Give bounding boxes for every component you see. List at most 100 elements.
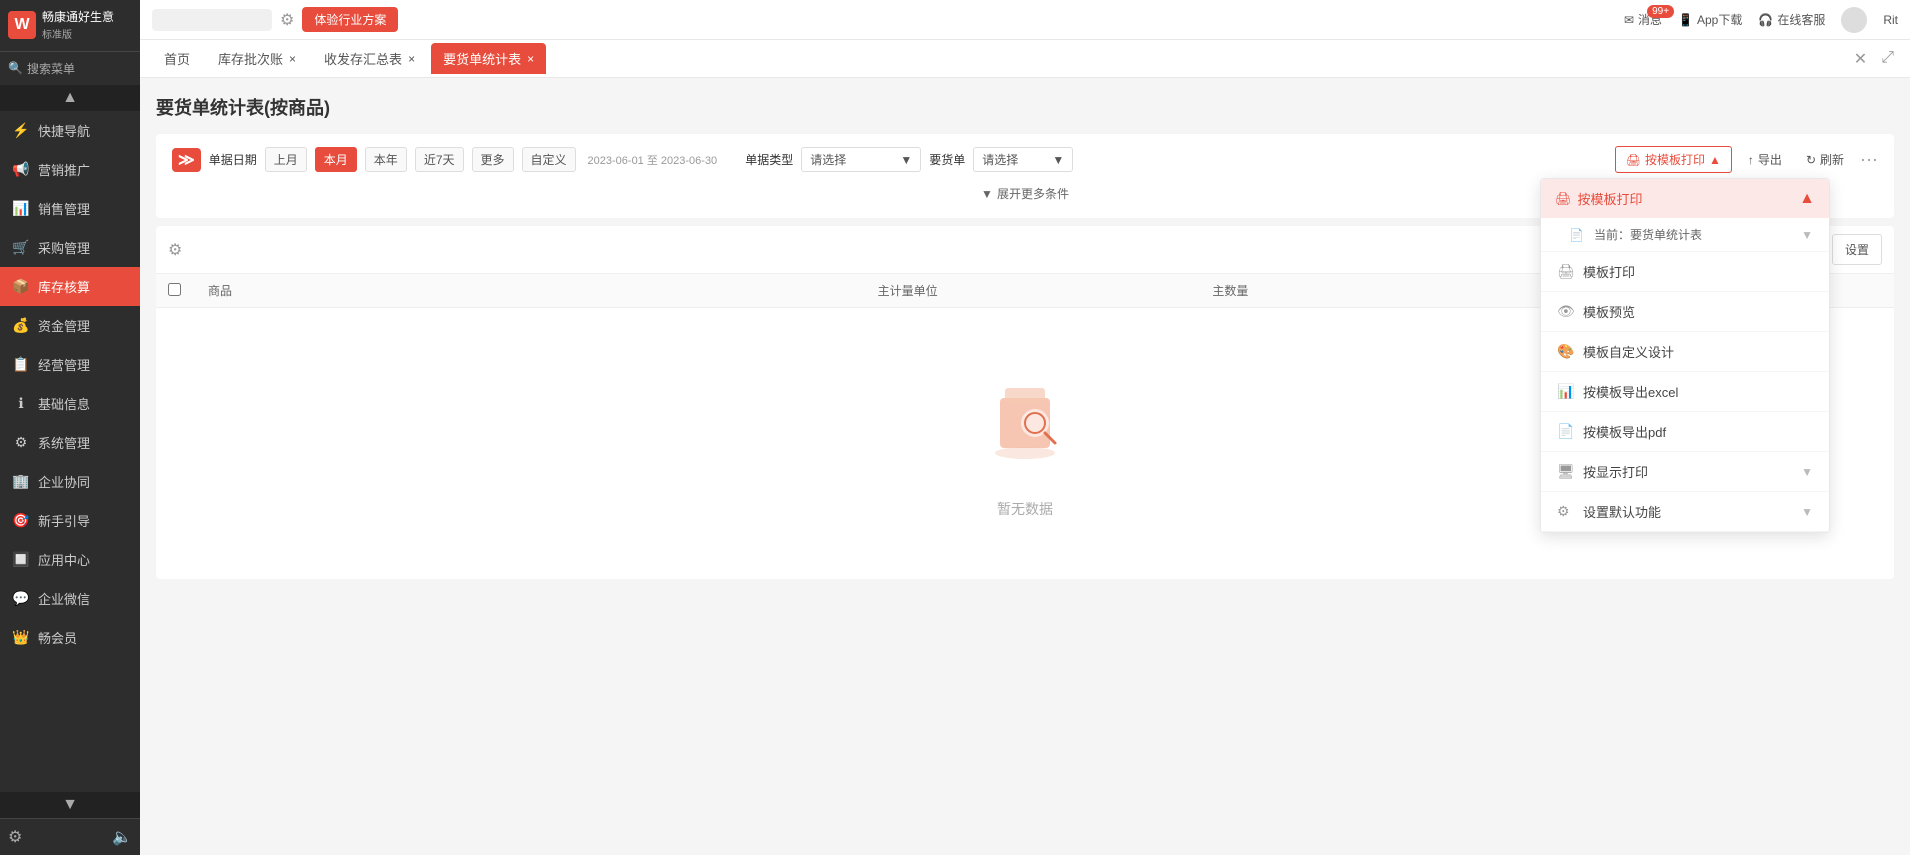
tab-close-all-icon[interactable]: ✕: [1850, 47, 1871, 71]
dropdown-current-template[interactable]: 📄 当前：要货单统计表 ▼: [1541, 218, 1829, 252]
sidebar-item-guide[interactable]: 🎯 新手引导: [0, 501, 140, 540]
wechat-icon: 💬: [12, 589, 30, 607]
sidebar-item-label: 基础信息: [38, 394, 90, 413]
trial-button[interactable]: 体验行业方案: [302, 7, 398, 32]
dropdown-template-print[interactable]: 🖨 模板打印: [1541, 252, 1829, 292]
dropdown-export-excel[interactable]: 📊 按模板导出excel: [1541, 372, 1829, 412]
tabbar: 首页 库存批次账 × 收发存汇总表 × 要货单统计表 × ✕ ⤢: [140, 40, 1910, 78]
app-version: 标准版: [42, 26, 114, 41]
system-icon: ⚙: [12, 433, 30, 451]
basic-info-icon: ℹ: [12, 394, 30, 412]
sidebar-item-finance[interactable]: 💰 资金管理: [0, 306, 140, 345]
template-preview-icon: 👁: [1557, 303, 1573, 320]
online-service-button[interactable]: 🎧 在线客服: [1758, 11, 1825, 28]
sidebar-item-wechat[interactable]: 💬 企业微信: [0, 579, 140, 618]
sidebar-item-marketing[interactable]: 📢 营销推广: [0, 150, 140, 189]
default-func-arrow: ▼: [1801, 505, 1813, 519]
tab-batch-account-label: 库存批次账: [218, 49, 283, 68]
date-btn-last-month[interactable]: 上月: [265, 147, 307, 172]
sidebar-item-quick-nav[interactable]: ⚡ 快捷导航: [0, 111, 140, 150]
username-label[interactable]: Rit: [1883, 13, 1898, 27]
tab-expand-icon[interactable]: ⤢: [1877, 47, 1898, 71]
tab-home[interactable]: 首页: [152, 43, 202, 74]
search-icon: 🔍: [8, 61, 23, 75]
topbar-search-input[interactable]: [152, 9, 272, 31]
filter-expand-button[interactable]: ≫: [172, 148, 201, 172]
filter-row-1: ≫ 单据日期 上月 本月 本年 近7天 更多 自定义 2023-06-01 至 …: [172, 146, 1878, 173]
tab-batch-account-close[interactable]: ×: [289, 52, 296, 66]
export-pdf-label: 按模板导出pdf: [1583, 422, 1666, 441]
footer-settings-icon[interactable]: ⚙: [8, 827, 22, 847]
sidebar-search[interactable]: 🔍 搜索菜单: [0, 52, 140, 85]
sidebar-nav: ⚡ 快捷导航 📢 营销推广 📊 销售管理 🛒 采购管理 📦 库存核算 💰 资金管…: [0, 111, 140, 792]
select-all-checkbox[interactable]: [168, 283, 181, 296]
sidebar-item-sales[interactable]: 📊 销售管理: [0, 189, 140, 228]
setting-button[interactable]: 设置: [1832, 234, 1882, 265]
tab-receipt-summary[interactable]: 收发存汇总表 ×: [312, 43, 427, 74]
date-btn-more[interactable]: 更多: [472, 147, 514, 172]
sales-icon: 📊: [12, 199, 30, 217]
yaohuodan-select[interactable]: 请选择 ▼: [973, 147, 1073, 172]
sidebar-item-basic-info[interactable]: ℹ 基础信息: [0, 384, 140, 423]
refresh-button[interactable]: ↻ 刷新: [1798, 147, 1852, 172]
export-button[interactable]: ↑ 导出: [1740, 147, 1790, 172]
export-label: 导出: [1758, 151, 1782, 168]
sidebar-item-label: 系统管理: [38, 433, 90, 452]
sidebar-item-enterprise[interactable]: 🏢 企业协同: [0, 462, 140, 501]
yaohuodan-label: 要货单: [929, 151, 965, 168]
date-btn-7days[interactable]: 近7天: [415, 147, 464, 172]
sidebar-item-system[interactable]: ⚙ 系统管理: [0, 423, 140, 462]
type-label: 单据类型: [745, 151, 793, 168]
type-select[interactable]: 请选择 ▼: [801, 147, 921, 172]
dropdown-close-icon[interactable]: ▲: [1799, 190, 1815, 208]
sidebar-item-member[interactable]: 👑 畅会员: [0, 618, 140, 657]
user-avatar[interactable]: [1841, 7, 1867, 33]
dropdown-display-print[interactable]: 🖥 按显示打印 ▼: [1541, 452, 1829, 492]
dropdown-default-func[interactable]: ⚙ 设置默认功能 ▼: [1541, 492, 1829, 532]
template-design-icon: 🎨: [1557, 343, 1573, 360]
sidebar-item-operation[interactable]: 📋 经营管理: [0, 345, 140, 384]
print-dropdown-title: 🖨 按模板打印: [1555, 189, 1643, 208]
tab-batch-account[interactable]: 库存批次账 ×: [206, 43, 308, 74]
topbar: ⚙ 体验行业方案 ✉ 消息 99+ 📱 App下载 🎧 在线客服 Rit: [140, 0, 1910, 40]
dropdown-export-pdf[interactable]: 📄 按模板导出pdf: [1541, 412, 1829, 452]
sidebar-item-label: 新手引导: [38, 511, 90, 530]
export-excel-label: 按模板导出excel: [1583, 382, 1678, 401]
message-badge: 99+: [1647, 5, 1674, 18]
sidebar-item-app-center[interactable]: 🔲 应用中心: [0, 540, 140, 579]
footer-speaker-icon[interactable]: 🔈: [112, 827, 132, 847]
table-settings-icon[interactable]: ⚙: [168, 240, 182, 260]
tab-receipt-summary-label: 收发存汇总表: [324, 49, 402, 68]
topbar-gear-icon[interactable]: ⚙: [280, 10, 294, 30]
inventory-icon: 📦: [12, 277, 30, 295]
sidebar-scroll-down[interactable]: ▼: [0, 792, 140, 818]
default-func-icon: ⚙: [1557, 503, 1573, 520]
app-download-button[interactable]: 📱 App下载: [1678, 11, 1742, 28]
print-template-button[interactable]: 🖨 按模板打印 ▲: [1615, 146, 1732, 173]
print-dropdown-title-label: 按模板打印: [1578, 189, 1643, 208]
sidebar-item-label: 应用中心: [38, 550, 90, 569]
template-print-label: 模板打印: [1583, 262, 1635, 281]
tab-receipt-summary-close[interactable]: ×: [408, 52, 415, 66]
dropdown-template-preview[interactable]: 👁 模板预览: [1541, 292, 1829, 332]
date-btn-this-year[interactable]: 本年: [365, 147, 407, 172]
sidebar-footer: ⚙ 🔈: [0, 818, 140, 855]
expand-more-button[interactable]: ▼ 展开更多条件: [973, 181, 1077, 206]
action-bar: 🖨 按模板打印 ▲ ↑ 导出 ↻ 刷新 ···: [1615, 146, 1878, 173]
tab-order-stats-close[interactable]: ×: [527, 52, 534, 66]
sidebar-item-label: 畅会员: [38, 628, 77, 647]
date-btn-custom[interactable]: 自定义: [522, 147, 576, 172]
more-actions-icon[interactable]: ···: [1860, 149, 1878, 170]
current-template-arrow: ▼: [1801, 228, 1813, 242]
sidebar-item-label: 企业微信: [38, 589, 90, 608]
app-label: App下载: [1697, 11, 1742, 28]
operation-icon: 📋: [12, 355, 30, 373]
sidebar-scroll-up[interactable]: ▲: [0, 85, 140, 111]
sidebar-item-purchase[interactable]: 🛒 采购管理: [0, 228, 140, 267]
date-btn-this-month[interactable]: 本月: [315, 147, 357, 172]
message-button[interactable]: ✉ 消息 99+: [1624, 11, 1662, 28]
print-arrow-up-icon: ▲: [1709, 153, 1721, 167]
tab-order-stats[interactable]: 要货单统计表 ×: [431, 43, 546, 74]
dropdown-template-design[interactable]: 🎨 模板自定义设计: [1541, 332, 1829, 372]
sidebar-item-inventory[interactable]: 📦 库存核算: [0, 267, 140, 306]
